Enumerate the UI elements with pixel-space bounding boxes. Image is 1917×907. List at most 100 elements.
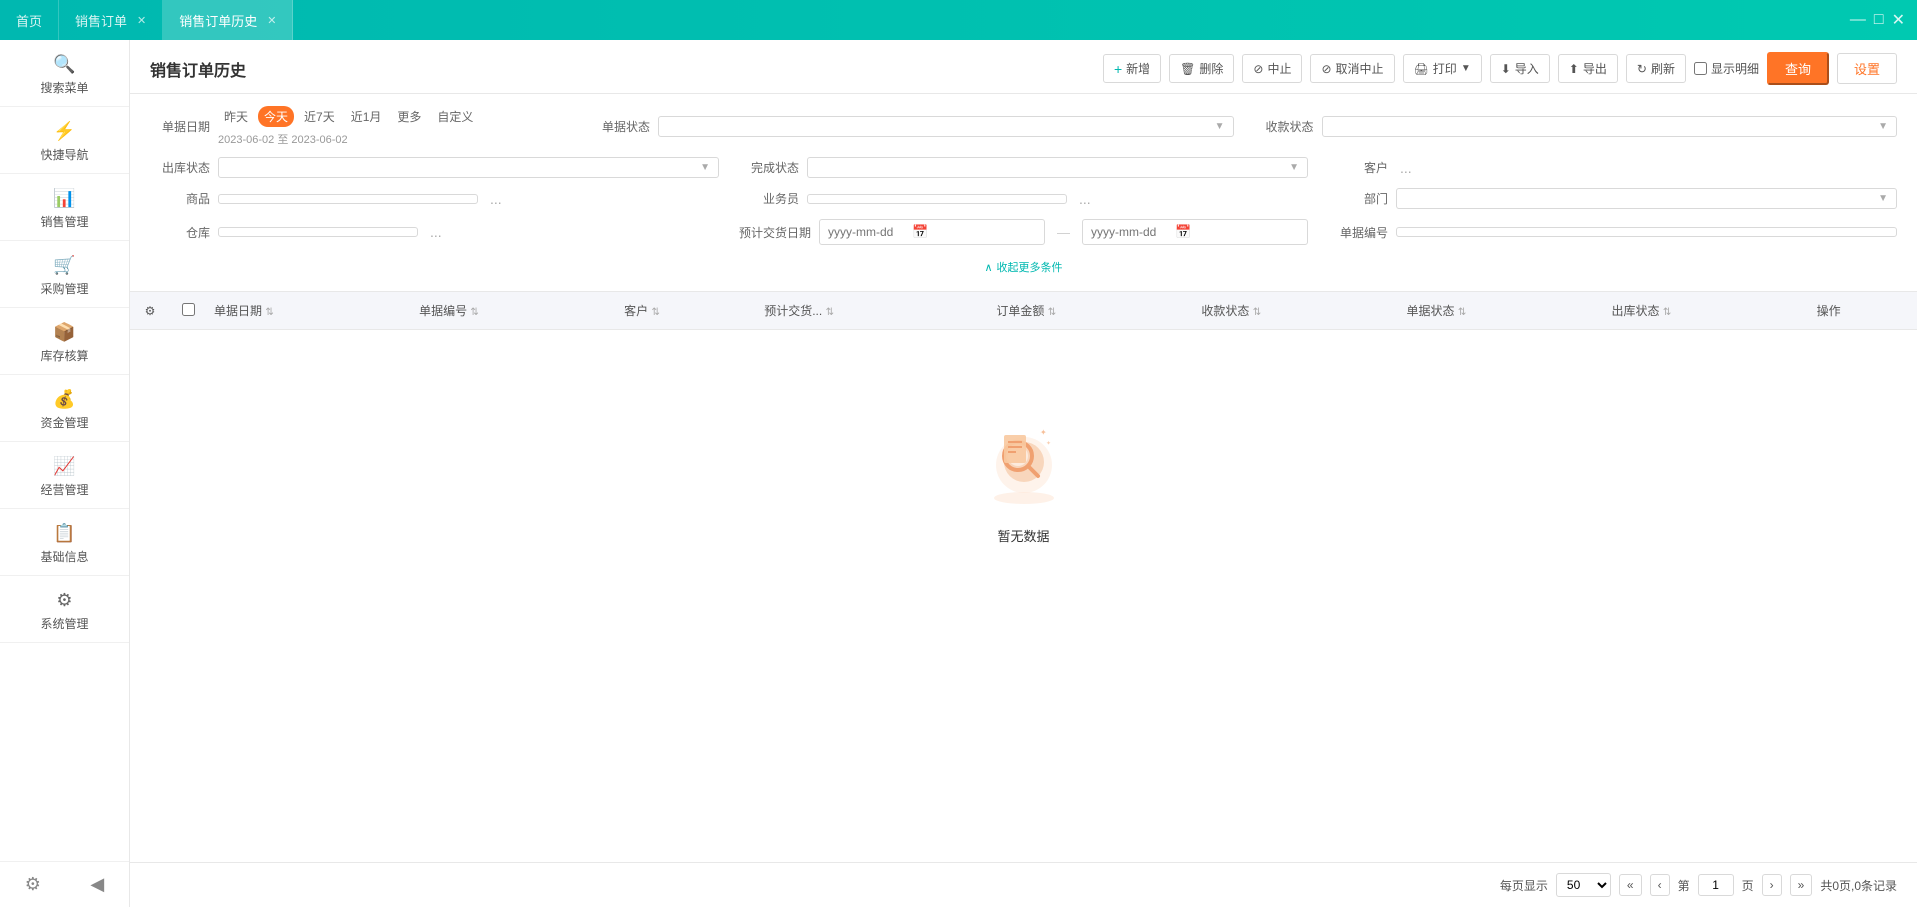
tab-sales-order-history[interactable]: 销售订单历史 ✕	[163, 0, 293, 40]
display-toggle[interactable]: 显示明细	[1694, 60, 1759, 77]
tab-sales-order-close[interactable]: ✕	[137, 14, 146, 27]
display-toggle-checkbox[interactable]	[1694, 62, 1707, 75]
import-button[interactable]: ⬇ 导入	[1490, 54, 1550, 83]
close-btn[interactable]: ✕	[1892, 10, 1905, 30]
delete-button[interactable]: 🗑 删除	[1169, 54, 1234, 83]
cancel-stop-button[interactable]: ⊘ 取消中止	[1310, 54, 1394, 83]
select-all-checkbox[interactable]	[182, 303, 195, 316]
import-label: 导入	[1515, 60, 1539, 77]
page-number-input[interactable]	[1698, 874, 1734, 896]
next-page-btn[interactable]: ›	[1762, 874, 1782, 896]
add-icon: +	[1114, 61, 1122, 77]
empty-text: 暂无数据	[997, 526, 1049, 545]
total-text: 共0页,0条记录	[1820, 877, 1897, 894]
sidebar-item-sales-label: 销售管理	[40, 213, 88, 230]
date-btn-more[interactable]: 更多	[391, 106, 427, 127]
th-order-status[interactable]: 单据状态 ⇅	[1398, 292, 1603, 330]
th-no[interactable]: 单据编号 ⇅	[411, 292, 616, 330]
th-customer[interactable]: 客户 ⇅	[616, 292, 756, 330]
filter-salesman-field: 业务员 ...	[739, 190, 1308, 207]
th-date[interactable]: 单据日期 ⇅	[206, 292, 411, 330]
minimize-btn[interactable]: —	[1850, 11, 1866, 29]
basic-icon: 📋	[53, 523, 75, 544]
print-button[interactable]: 🖨 打印 ▼	[1403, 54, 1482, 83]
dept-select[interactable]: ▼	[1396, 188, 1897, 209]
add-label: 新增	[1126, 60, 1150, 77]
delivery-date-end-input[interactable]: 📅	[1082, 219, 1308, 245]
salesman-picker[interactable]: ...	[1075, 191, 1095, 207]
delivery-end-field[interactable]	[1091, 225, 1171, 239]
goods-select[interactable]	[218, 194, 478, 204]
last-page-btn[interactable]: »	[1790, 874, 1813, 896]
delivery-sort-icon[interactable]: ⇅	[826, 307, 834, 318]
goods-picker[interactable]: ...	[486, 191, 506, 207]
filter-row-2: 出库状态 ▼ 完成状态 ▼ 客户 ...	[150, 157, 1897, 178]
complete-status-select[interactable]: ▼	[807, 157, 1308, 178]
tab-home[interactable]: 首页	[0, 0, 59, 40]
th-pay-status[interactable]: 收款状态 ⇅	[1193, 292, 1398, 330]
amount-sort-icon[interactable]: ⇅	[1048, 307, 1056, 318]
settings-button[interactable]: 设置	[1837, 53, 1897, 84]
settings-bottom-icon[interactable]: ⚙	[25, 874, 41, 895]
date-btn-1month[interactable]: 近1月	[345, 106, 388, 127]
tab-sales-order-history-close[interactable]: ✕	[267, 14, 276, 27]
th-settings[interactable]: ⚙	[130, 292, 170, 330]
delivery-start-field[interactable]	[828, 225, 908, 239]
tab-sales-order[interactable]: 销售订单 ✕	[59, 0, 163, 40]
customer-sort-icon[interactable]: ⇅	[651, 307, 659, 318]
page-size-select[interactable]: 50 10 20 100	[1556, 873, 1611, 897]
warehouse-picker[interactable]: ...	[426, 224, 446, 240]
date-sort-icon[interactable]: ⇅	[265, 307, 273, 318]
table-settings-icon[interactable]: ⚙	[145, 304, 156, 318]
date-btn-today[interactable]: 今天	[258, 106, 294, 127]
prev-page-btn[interactable]: ‹	[1650, 874, 1670, 896]
calendar-end-icon[interactable]: 📅	[1175, 224, 1191, 240]
th-checkbox[interactable]	[170, 292, 206, 330]
filter-row-1: 单据日期 昨天 今天 近7天 近1月 更多 自定义 2023-06-02 至 2…	[150, 106, 1897, 147]
order-status-select[interactable]: ▼	[658, 116, 1234, 137]
pay-status-select[interactable]: ▼	[1322, 116, 1898, 137]
out-status-select[interactable]: ▼	[218, 157, 719, 178]
export-icon: ⬆	[1569, 62, 1579, 76]
sidebar-item-sales[interactable]: 📊 销售管理	[0, 174, 129, 241]
filter-warehouse-field: 仓库 ...	[150, 224, 719, 241]
date-btn-7days[interactable]: 近7天	[298, 106, 341, 127]
th-amount[interactable]: 订单金额 ⇅	[988, 292, 1193, 330]
sidebar-item-purchase[interactable]: 🛒 采购管理	[0, 241, 129, 308]
salesman-select[interactable]	[807, 194, 1067, 204]
add-button[interactable]: + 新增	[1103, 54, 1161, 83]
import-icon: ⬇	[1501, 62, 1511, 76]
sidebar-item-finance[interactable]: 💰 资金管理	[0, 375, 129, 442]
export-button[interactable]: ⬆ 导出	[1558, 54, 1618, 83]
delete-icon: 🗑	[1180, 62, 1195, 76]
date-btn-custom[interactable]: 自定义	[431, 106, 479, 127]
sidebar-item-search[interactable]: 🔍 搜索菜单	[0, 40, 129, 107]
first-page-btn[interactable]: «	[1619, 874, 1642, 896]
th-delivery[interactable]: 预计交货... ⇅	[756, 292, 988, 330]
sidebar-item-operations[interactable]: 📈 经营管理	[0, 442, 129, 509]
refresh-button[interactable]: ↻ 刷新	[1626, 54, 1686, 83]
out-status-sort-icon[interactable]: ⇅	[1663, 307, 1671, 318]
order-status-sort-icon[interactable]: ⇅	[1458, 307, 1466, 318]
calendar-start-icon[interactable]: 📅	[912, 224, 928, 240]
warehouse-select[interactable]	[218, 227, 418, 237]
order-no-input[interactable]	[1396, 227, 1897, 237]
pay-status-sort-icon[interactable]: ⇅	[1253, 307, 1261, 318]
th-out-status[interactable]: 出库状态 ⇅	[1604, 292, 1809, 330]
goods-label: 商品	[150, 190, 210, 207]
sidebar-item-quicknav[interactable]: ⚡ 快捷导航	[0, 107, 129, 174]
date-btn-yesterday[interactable]: 昨天	[218, 106, 254, 127]
th-out-status-label: 出库状态	[1612, 304, 1660, 318]
no-sort-icon[interactable]: ⇅	[470, 307, 478, 318]
collapse-sidebar-icon[interactable]: ◀	[90, 874, 104, 895]
delivery-date-start-input[interactable]: 📅	[819, 219, 1045, 245]
query-button[interactable]: 查询	[1767, 52, 1829, 85]
collapse-bar[interactable]: ∧ 收起更多条件	[150, 255, 1897, 279]
sidebar-item-basic[interactable]: 📋 基础信息	[0, 509, 129, 576]
customer-picker[interactable]: ...	[1396, 160, 1416, 176]
print-arrow-icon: ▼	[1461, 63, 1471, 74]
stop-button[interactable]: ⊘ 中止	[1242, 54, 1302, 83]
maximize-btn[interactable]: □	[1874, 11, 1884, 29]
sidebar-item-system[interactable]: ⚙ 系统管理	[0, 576, 129, 643]
sidebar-item-inventory[interactable]: 📦 库存核算	[0, 308, 129, 375]
